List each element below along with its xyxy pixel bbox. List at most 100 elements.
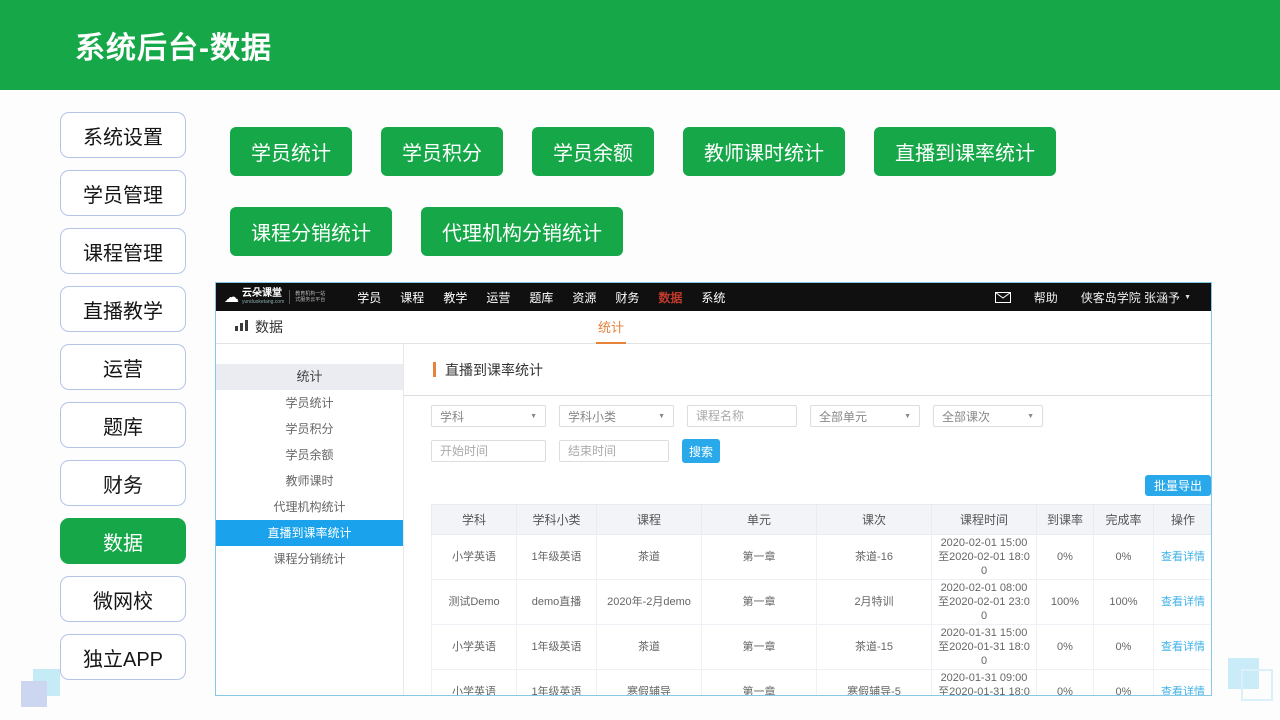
attendance-table: 学科 学科小类 课程 单元 课次 课程时间 到课率 完成率 操作 [431, 504, 1212, 696]
side-menu-teacher-hours[interactable]: 教师课时 [216, 468, 403, 494]
col-time: 课程时间 [932, 505, 1037, 535]
cloud-icon: ☁ [224, 290, 239, 305]
chevron-down-icon: ▼ [658, 413, 665, 420]
topnav-item-finance[interactable]: 财务 [615, 289, 639, 306]
content-title: 直播到课率统计 [445, 360, 543, 380]
col-unit: 单元 [702, 505, 817, 535]
end-time-input[interactable] [559, 440, 669, 462]
decorative-square [21, 681, 47, 707]
sidebar: 系统设置 学员管理 课程管理 直播教学 运营 题库 财务 数据 微网校 独立AP… [60, 112, 186, 680]
quick-link-student-balance[interactable]: 学员余额 [532, 127, 654, 176]
topnav-item-data[interactable]: 数据 [658, 289, 682, 306]
envelope-icon[interactable] [995, 292, 1011, 303]
subject-sub-select[interactable]: 学科小类 ▼ [559, 405, 674, 427]
account-menu[interactable]: 侠客岛学院 张涵予 ▼ [1081, 289, 1191, 306]
brand-divider [289, 290, 290, 304]
col-completion: 完成率 [1094, 505, 1154, 535]
chevron-down-icon: ▼ [1027, 413, 1034, 420]
col-course: 课程 [597, 505, 702, 535]
quick-link-student-stats[interactable]: 学员统计 [230, 127, 352, 176]
chevron-down-icon: ▼ [904, 413, 911, 420]
sidebar-item-data[interactable]: 数据 [60, 518, 186, 564]
sidebar-item-student-mgmt[interactable]: 学员管理 [60, 170, 186, 216]
topnav-item-courses[interactable]: 课程 [400, 289, 424, 306]
admin-main: 直播到课率统计 学科 ▼ 学科小类 ▼ 全部单元 ▼ [404, 344, 1211, 695]
table-row: 测试Demo demo直播 2020年-2月demo 第一章 2月特训 2020… [432, 580, 1213, 625]
admin-topnav: ☁ 云朵课堂 yunduoketang.com 教育机构一站 式服务云平台 学员… [216, 283, 1211, 311]
quick-link-course-distribution[interactable]: 课程分销统计 [230, 207, 392, 256]
side-menu-live-attendance[interactable]: 直播到课率统计 [216, 520, 403, 546]
topnav-item-system[interactable]: 系统 [701, 289, 725, 306]
side-menu-agency-stats[interactable]: 代理机构统计 [216, 494, 403, 520]
admin-body: 统计 学员统计 学员积分 学员余额 教师课时 代理机构统计 直播到课率统计 课程… [216, 344, 1211, 695]
table-row: 小学英语 1年级英语 寒假辅导 第一章 寒假辅导-5 2020-01-31 09… [432, 670, 1213, 697]
view-details-link[interactable]: 查看详情 [1161, 686, 1205, 696]
admin-panel-screenshot: ☁ 云朵课堂 yunduoketang.com 教育机构一站 式服务云平台 学员… [215, 282, 1212, 696]
sidebar-item-live-teaching[interactable]: 直播教学 [60, 286, 186, 332]
col-subject-sub: 学科小类 [517, 505, 597, 535]
quick-link-teacher-hours[interactable]: 教师课时统计 [683, 127, 845, 176]
sidebar-item-question-bank[interactable]: 题库 [60, 402, 186, 448]
topnav-item-resources[interactable]: 资源 [572, 289, 596, 306]
side-menu-student-stats[interactable]: 学员统计 [216, 390, 403, 416]
admin-subnav: 数据 统计 [216, 311, 1211, 344]
admin-topnav-menu: 学员 课程 教学 运营 题库 资源 财务 数据 系统 [357, 289, 725, 306]
sidebar-item-system-settings[interactable]: 系统设置 [60, 112, 186, 158]
admin-topnav-right: 帮助 侠客岛学院 张涵予 ▼ [995, 289, 1191, 306]
start-time-input[interactable] [431, 440, 546, 462]
page-header: 系统后台-数据 [0, 0, 1280, 90]
quick-links: 学员统计 学员积分 学员余额 教师课时统计 直播到课率统计 课程分销统计 代理机… [230, 127, 1056, 287]
chevron-down-icon: ▼ [1184, 294, 1191, 301]
brand-name: 云朵课堂 [242, 289, 284, 299]
sidebar-item-standalone-app[interactable]: 独立APP [60, 634, 186, 680]
side-menu-course-distribution[interactable]: 课程分销统计 [216, 546, 403, 572]
decorative-square [1241, 669, 1273, 701]
quick-links-row-2: 课程分销统计 代理机构分销统计 [230, 207, 1056, 256]
sidebar-item-course-mgmt[interactable]: 课程管理 [60, 228, 186, 274]
sidebar-item-micro-school[interactable]: 微网校 [60, 576, 186, 622]
search-button[interactable]: 搜索 [682, 439, 720, 463]
topnav-item-teaching[interactable]: 教学 [443, 289, 467, 306]
table-header-row: 学科 学科小类 课程 单元 课次 课程时间 到课率 完成率 操作 [432, 505, 1213, 535]
quick-link-live-attendance[interactable]: 直播到课率统计 [874, 127, 1056, 176]
quick-link-student-points[interactable]: 学员积分 [381, 127, 503, 176]
batch-export-button[interactable]: 批量导出 [1145, 475, 1211, 496]
filter-row-1: 学科 ▼ 学科小类 ▼ 全部单元 ▼ 全部课次 ▼ [431, 405, 1191, 427]
side-menu-student-points[interactable]: 学员积分 [216, 416, 403, 442]
table-row: 小学英语 1年级英语 茶道 第一章 茶道-15 2020-01-31 15:00… [432, 625, 1213, 670]
unit-select[interactable]: 全部单元 ▼ [810, 405, 920, 427]
title-accent-bar [433, 362, 436, 377]
content-title-row: 直播到课率统计 [404, 344, 1211, 396]
side-menu-student-balance[interactable]: 学员余额 [216, 442, 403, 468]
filters: 学科 ▼ 学科小类 ▼ 全部单元 ▼ 全部课次 ▼ [404, 396, 1211, 463]
col-actions: 操作 [1154, 505, 1213, 535]
topnav-item-question-bank[interactable]: 题库 [529, 289, 553, 306]
attendance-table-wrap: 学科 学科小类 课程 单元 课次 课程时间 到课率 完成率 操作 [431, 504, 1211, 696]
view-details-link[interactable]: 查看详情 [1161, 596, 1205, 608]
course-name-input[interactable] [687, 405, 797, 427]
tab-statistics[interactable]: 统计 [596, 311, 626, 344]
help-link[interactable]: 帮助 [1034, 289, 1058, 306]
col-attendance: 到课率 [1037, 505, 1094, 535]
col-lesson: 课次 [817, 505, 932, 535]
chevron-down-icon: ▼ [530, 413, 537, 420]
filter-row-2: 搜索 [431, 439, 1191, 463]
sidebar-item-finance[interactable]: 财务 [60, 460, 186, 506]
brand-tagline: 教育机构一站 式服务云平台 [295, 291, 325, 303]
account-name: 侠客岛学院 张涵予 [1081, 289, 1180, 306]
col-subject: 学科 [432, 505, 517, 535]
chart-icon [234, 318, 249, 337]
brand-domain: yunduoketang.com [242, 299, 284, 305]
brand-logo[interactable]: ☁ 云朵课堂 yunduoketang.com 教育机构一站 式服务云平台 [224, 289, 325, 305]
sidebar-item-operations[interactable]: 运营 [60, 344, 186, 390]
view-details-link[interactable]: 查看详情 [1161, 551, 1205, 563]
topnav-item-students[interactable]: 学员 [357, 289, 381, 306]
subnav-section-label: 数据 [255, 317, 283, 337]
lesson-select[interactable]: 全部课次 ▼ [933, 405, 1043, 427]
quick-links-row-1: 学员统计 学员积分 学员余额 教师课时统计 直播到课率统计 [230, 127, 1056, 176]
subject-select[interactable]: 学科 ▼ [431, 405, 546, 427]
topnav-item-operations[interactable]: 运营 [486, 289, 510, 306]
view-details-link[interactable]: 查看详情 [1161, 641, 1205, 653]
quick-link-agency-distribution[interactable]: 代理机构分销统计 [421, 207, 623, 256]
table-row: 小学英语 1年级英语 茶道 第一章 茶道-16 2020-02-01 15:00… [432, 535, 1213, 580]
